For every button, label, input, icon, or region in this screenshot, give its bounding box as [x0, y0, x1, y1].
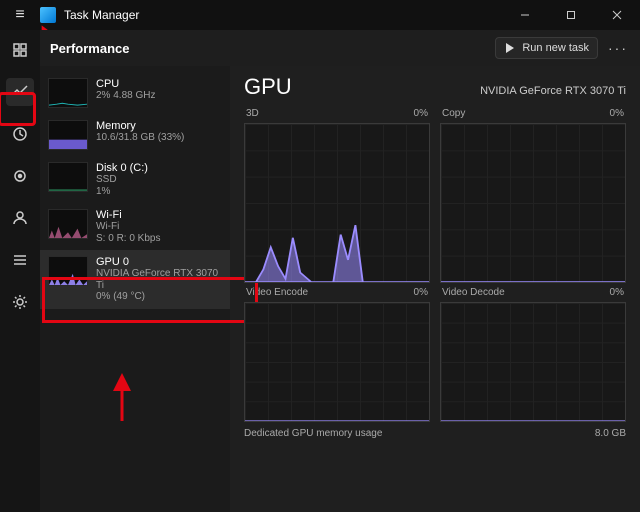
- maximize-button[interactable]: [548, 0, 594, 30]
- perf-sub2: S: 0 R: 0 Kbps: [96, 233, 160, 245]
- nav-users[interactable]: [6, 204, 34, 232]
- perf-thumb-gpu: [48, 256, 88, 286]
- nav-details[interactable]: [6, 246, 34, 274]
- gpu-mem-right: 8.0 GB: [595, 428, 626, 439]
- gpu-detail-pane: GPU NVIDIA GeForce RTX 3070 Ti 3D 0% Copy…: [230, 66, 640, 512]
- nav-startup[interactable]: [6, 162, 34, 190]
- chart-label: Video Encode: [246, 287, 308, 298]
- perf-sub2: 0% (49 °C): [96, 291, 222, 303]
- run-new-task-label: Run new task: [522, 42, 589, 54]
- perf-thumb-wifi: [48, 209, 88, 239]
- perf-name: GPU 0: [96, 256, 222, 268]
- page-header: Performance Run new task ···: [40, 30, 640, 66]
- perf-thumb-cpu: [48, 78, 88, 108]
- titlebar: ≡ Task Manager: [0, 0, 640, 30]
- run-icon: [504, 42, 516, 54]
- chart-right: 0%: [414, 287, 428, 298]
- perf-name: CPU: [96, 78, 155, 90]
- gpu-mem-label: Dedicated GPU memory usage: [244, 428, 382, 439]
- page-title: Performance: [50, 41, 129, 56]
- perf-name: Wi-Fi: [96, 209, 160, 221]
- more-button[interactable]: ···: [604, 34, 632, 62]
- perf-sub: 2% 4.88 GHz: [96, 90, 155, 102]
- detail-title: GPU: [244, 74, 292, 100]
- perf-sub2: 1%: [96, 186, 148, 198]
- chart-label: Copy: [442, 108, 465, 119]
- chart-label: Video Decode: [442, 287, 505, 298]
- perf-name: Memory: [96, 120, 184, 132]
- perf-sub: SSD: [96, 174, 148, 186]
- chart-video-encode[interactable]: [244, 302, 430, 422]
- run-new-task-button[interactable]: Run new task: [495, 37, 598, 59]
- minimize-button[interactable]: [502, 0, 548, 30]
- close-button[interactable]: [594, 0, 640, 30]
- perf-thumb-memory: [48, 120, 88, 150]
- performance-list: CPU 2% 4.88 GHz Memory 10.6/31.8 GB (33%…: [40, 66, 230, 512]
- chart-copy[interactable]: [440, 123, 626, 283]
- perf-item-cpu[interactable]: CPU 2% 4.88 GHz: [40, 72, 230, 114]
- chart-3d[interactable]: [244, 123, 430, 283]
- perf-item-gpu[interactable]: GPU 0 NVIDIA GeForce RTX 3070 Ti 0% (49 …: [40, 250, 230, 309]
- perf-thumb-disk: [48, 162, 88, 192]
- annotation-arrow-icon: [110, 366, 140, 426]
- nav-performance[interactable]: [6, 78, 34, 106]
- perf-sub: NVIDIA GeForce RTX 3070 Ti: [96, 268, 222, 291]
- chart-label: 3D: [246, 108, 259, 119]
- chart-right: 0%: [414, 108, 428, 119]
- app-icon: [40, 7, 56, 23]
- perf-name: Disk 0 (C:): [96, 162, 148, 174]
- hamburger-button[interactable]: ≡: [0, 0, 40, 30]
- perf-sub: Wi-Fi: [96, 221, 160, 233]
- detail-subtitle: NVIDIA GeForce RTX 3070 Ti: [480, 85, 626, 97]
- perf-item-wifi[interactable]: Wi-Fi Wi-Fi S: 0 R: 0 Kbps: [40, 203, 230, 250]
- nav-history[interactable]: [6, 120, 34, 148]
- nav-processes[interactable]: [6, 36, 34, 64]
- nav-rail: [0, 30, 40, 512]
- nav-services[interactable]: [6, 288, 34, 316]
- chart-video-decode[interactable]: [440, 302, 626, 422]
- window-title: Task Manager: [64, 8, 139, 22]
- chart-right: 0%: [610, 287, 624, 298]
- perf-item-disk[interactable]: Disk 0 (C:) SSD 1%: [40, 156, 230, 203]
- chart-right: 0%: [610, 108, 624, 119]
- perf-sub: 10.6/31.8 GB (33%): [96, 132, 184, 144]
- perf-item-memory[interactable]: Memory 10.6/31.8 GB (33%): [40, 114, 230, 156]
